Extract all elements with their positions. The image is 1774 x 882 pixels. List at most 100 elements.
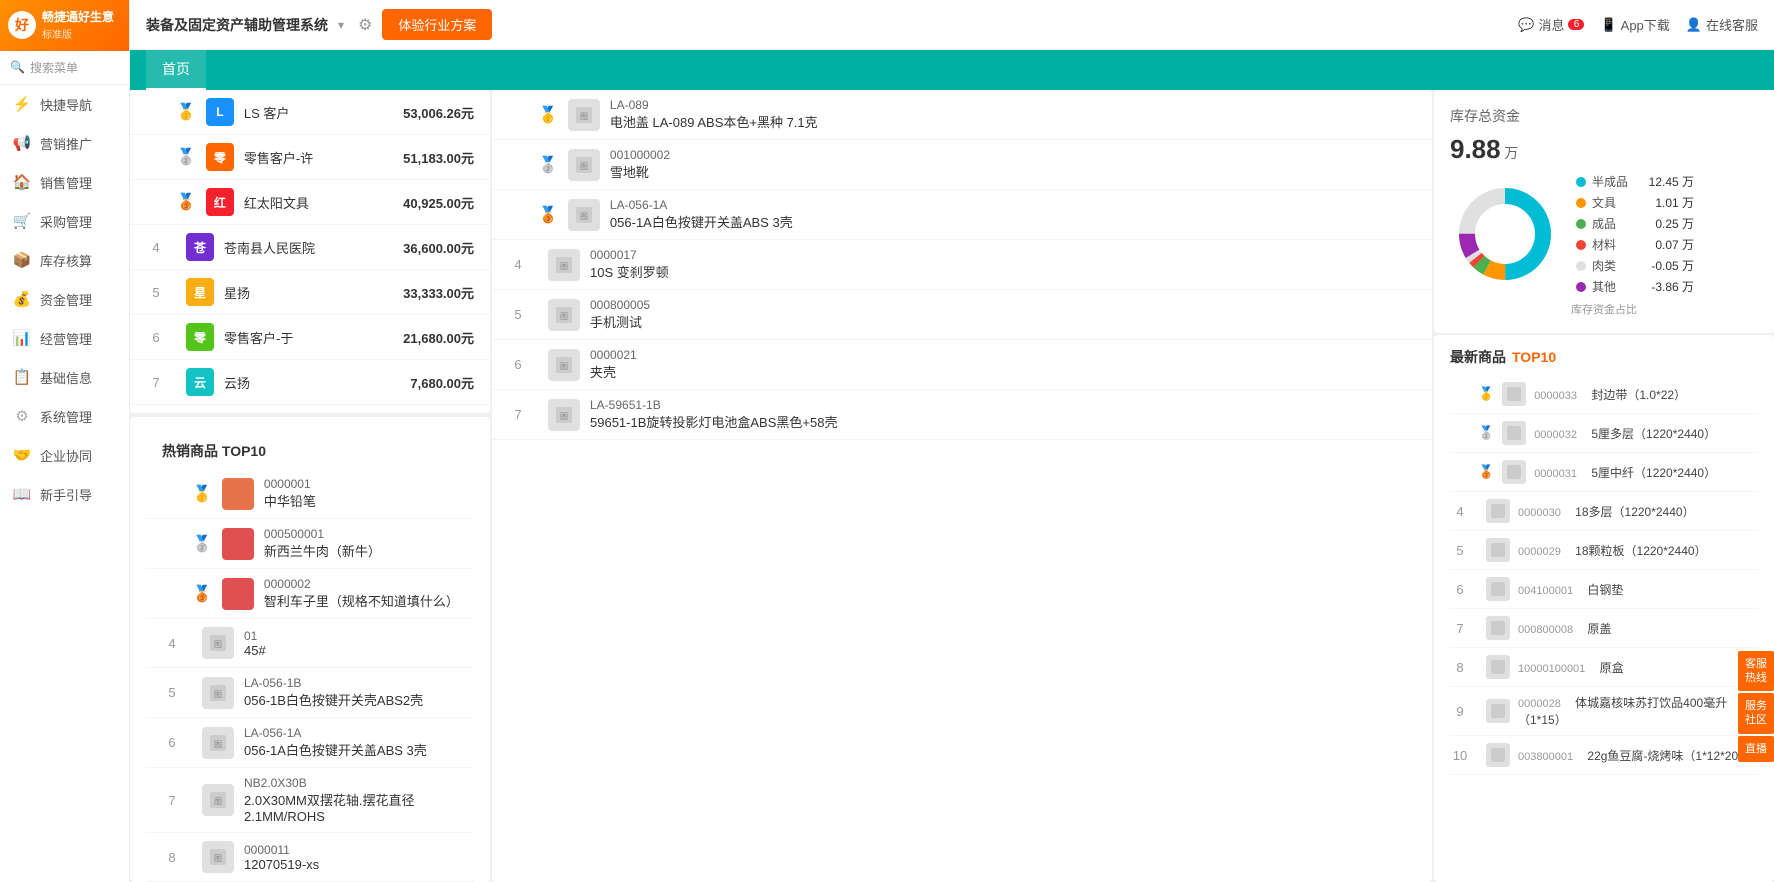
customer-service-hotline-button[interactable]: 客服热线	[1738, 651, 1774, 692]
product-code: 0000029	[1518, 546, 1572, 558]
sidebar: 好 畅捷通好生意 标准版 🔍 搜索菜单 ⚡ 快捷导航 📢 营销推广 🏠 销售管理…	[0, 0, 130, 882]
left-column: 🥇 L LS 客户 53,006.26元 🥈 零 零售客户-许 51,183.0…	[130, 90, 490, 882]
product-image	[1486, 655, 1510, 679]
settings-icon[interactable]: ⚙	[358, 15, 372, 35]
new-product-item[interactable]: 🥉 0000031 5厘中纤（1220*2440）	[1450, 453, 1758, 492]
sidebar-item-cooperation[interactable]: 🤝 企业协同	[0, 436, 129, 475]
svg-text:图: 图	[214, 640, 222, 649]
rank-number: 5	[1450, 543, 1470, 558]
messages-button[interactable]: 💬 消息 6	[1518, 15, 1584, 34]
customer-rank-item[interactable]: 7 云 云扬 7,680.00元	[130, 360, 490, 405]
new-product-item[interactable]: 5 0000029 18颗粒板（1220*2440）	[1450, 531, 1758, 570]
mid-product-item[interactable]: 🥈 图 001000002 雪地靴	[492, 140, 1432, 190]
new-product-item[interactable]: 7 000800008 原盖	[1450, 609, 1758, 648]
product-name: 中华铅笔	[264, 491, 316, 510]
online-service-button[interactable]: 👤 在线客服	[1686, 15, 1758, 34]
sidebar-item-operations[interactable]: 📊 经营管理	[0, 319, 129, 358]
app-download-button[interactable]: 📱 App下载	[1600, 15, 1669, 34]
product-code: LA-056-1A	[244, 726, 427, 740]
marketing-icon: 📢	[12, 134, 32, 152]
customer-avatar: 星	[186, 278, 214, 306]
product-image	[1486, 616, 1510, 640]
right-panel: 库存总资金 9.88 万	[1434, 90, 1774, 882]
customer-rank-item[interactable]: 4 苍 苍南县人民医院 36,600.00元	[130, 225, 490, 270]
rank-number: 8	[1450, 660, 1470, 675]
product-name: 原盖	[1587, 622, 1611, 636]
rank-medal: 🥈	[192, 534, 212, 554]
mid-product-item[interactable]: 7 图 LA-59651-1B 59651-1B旋转投影灯电池盒ABS黑色+58…	[492, 390, 1432, 440]
product-code: 003800001	[1518, 751, 1584, 763]
customer-rank-panel: 🥇 L LS 客户 53,006.26元 🥈 零 零售客户-许 51,183.0…	[130, 90, 490, 413]
new-product-item[interactable]: 🥈 0000032 5厘多层（1220*2440）	[1450, 414, 1758, 453]
hot-product-item[interactable]: 🥉 0000002 智利车子里（规格不知道填什么）	[146, 569, 474, 619]
sidebar-item-guide[interactable]: 📖 新手引导	[0, 475, 129, 514]
mid-product-item[interactable]: 🥉 图 LA-056-1A 056-1A白色按键开关盖ABS 3壳	[492, 190, 1432, 240]
sidebar-item-inventory[interactable]: 📦 库存核算	[0, 241, 129, 280]
new-product-item[interactable]: 10 003800001 22g鱼豆腐-烧烤味（1*12*20）	[1450, 736, 1758, 775]
customer-avatar: L	[206, 98, 234, 126]
mid-product-item[interactable]: 5 图 000800005 手机测试	[492, 290, 1432, 340]
customer-rank-item[interactable]: 8 肖 肖总 7,563.00元	[130, 405, 490, 413]
product-info: 0000001 中华铅笔	[264, 477, 316, 510]
hot-product-item[interactable]: 5 图 LA-056-1B 056-1B白色按键开关壳ABS2壳	[146, 668, 474, 718]
rank-number: 6	[1450, 582, 1470, 597]
sidebar-search[interactable]: 🔍 搜索菜单	[0, 51, 129, 85]
hot-product-item[interactable]: 🥇 0000001 中华铅笔	[146, 469, 474, 519]
inventory-ratio-label: 库存资金占比	[1450, 301, 1758, 317]
new-product-item[interactable]: 4 0000030 18多层（1220*2440）	[1450, 492, 1758, 531]
sidebar-item-label: 营销推广	[40, 134, 92, 153]
new-product-item[interactable]: 9 0000028 体城嘉核味苏打饮品400毫升（1*15）	[1450, 687, 1758, 736]
product-info: 000800005 手机测试	[590, 298, 650, 331]
sidebar-item-purchase[interactable]: 🛒 采购管理	[0, 202, 129, 241]
customer-rank-item[interactable]: 5 星 星扬 33,333.00元	[130, 270, 490, 315]
legend-dot	[1576, 219, 1586, 229]
hot-product-item[interactable]: 6 图 LA-056-1A 056-1A白色按键开关盖ABS 3壳	[146, 718, 474, 768]
sidebar-item-finance[interactable]: 💰 资金管理	[0, 280, 129, 319]
sidebar-item-marketing[interactable]: 📢 营销推广	[0, 124, 129, 163]
hot-product-item[interactable]: 7 图 NB2.0X30B 2.0X30MM双摆花轴.摆花直径2.1MM/ROH…	[146, 768, 474, 833]
rank-medal: 🥇	[192, 484, 212, 504]
rank-number: 6	[508, 357, 528, 372]
rank-medal: 🥇	[176, 102, 196, 122]
cooperation-icon: 🤝	[12, 446, 32, 464]
trial-button[interactable]: 体验行业方案	[382, 9, 492, 40]
live-stream-button[interactable]: 直播	[1738, 736, 1774, 762]
hot-product-item[interactable]: 8 图 0000011 12070519-xs	[146, 833, 474, 882]
legend-dot	[1576, 240, 1586, 250]
product-code: 0000017	[590, 248, 669, 262]
customer-rank-item[interactable]: 🥉 红 红太阳文具 40,925.00元	[130, 180, 490, 225]
customer-rank-item[interactable]: 🥈 零 零售客户-许 51,183.00元	[130, 135, 490, 180]
svg-text:图: 图	[580, 112, 588, 121]
mid-product-item[interactable]: 🥇 图 LA-089 电池盖 LA-089 ABS本色+黑种 7.1克	[492, 90, 1432, 140]
hot-product-item[interactable]: 4 图 01 45#	[146, 619, 474, 668]
new-product-item[interactable]: 8 10000100001 原盒	[1450, 648, 1758, 687]
customer-avatar: 云	[186, 368, 214, 396]
mid-product-item[interactable]: 6 图 0000021 夹壳	[492, 340, 1432, 390]
product-image: 图	[202, 627, 234, 659]
sidebar-item-quicknav[interactable]: ⚡ 快捷导航	[0, 85, 129, 124]
tab-home[interactable]: 首页	[146, 50, 206, 90]
nav-tabs: 首页	[130, 50, 1774, 90]
new-product-item[interactable]: 🥇 0000033 封边带（1.0*22）	[1450, 375, 1758, 414]
product-image: 图	[548, 349, 580, 381]
rank-medal: 🥇	[1478, 386, 1494, 402]
customer-name: 苍南县人民医院	[224, 238, 393, 257]
new-product-item[interactable]: 6 004100001 白钢垫	[1450, 570, 1758, 609]
customer-name: 云扬	[224, 373, 400, 392]
customer-rank-item[interactable]: 🥇 L LS 客户 53,006.26元	[130, 90, 490, 135]
product-image: 图	[548, 249, 580, 281]
sidebar-item-sales[interactable]: 🏠 销售管理	[0, 163, 129, 202]
dropdown-icon[interactable]: ▾	[338, 18, 344, 32]
new-products-card: 最新商品 TOP10 🥇 0000033 封边带（1.0*22） 🥈 00000…	[1434, 335, 1774, 882]
messages-badge: 6	[1568, 19, 1584, 30]
sidebar-item-system[interactable]: ⚙ 系统管理	[0, 397, 129, 436]
app-name: 畅捷通好生意	[42, 10, 114, 26]
hot-product-item[interactable]: 🥈 000500001 新西兰牛肉（新牛）	[146, 519, 474, 569]
customer-rank-item[interactable]: 6 零 零售客户-于 21,680.00元	[130, 315, 490, 360]
product-code: 0000030	[1518, 507, 1572, 519]
mid-product-item[interactable]: 4 图 0000017 10S 变刹罗顿	[492, 240, 1432, 290]
service-community-button[interactable]: 服务社区	[1738, 693, 1774, 734]
rank-number: 4	[162, 636, 182, 651]
sidebar-item-basics[interactable]: 📋 基础信息	[0, 358, 129, 397]
product-info: 0000011 12070519-xs	[244, 843, 319, 872]
